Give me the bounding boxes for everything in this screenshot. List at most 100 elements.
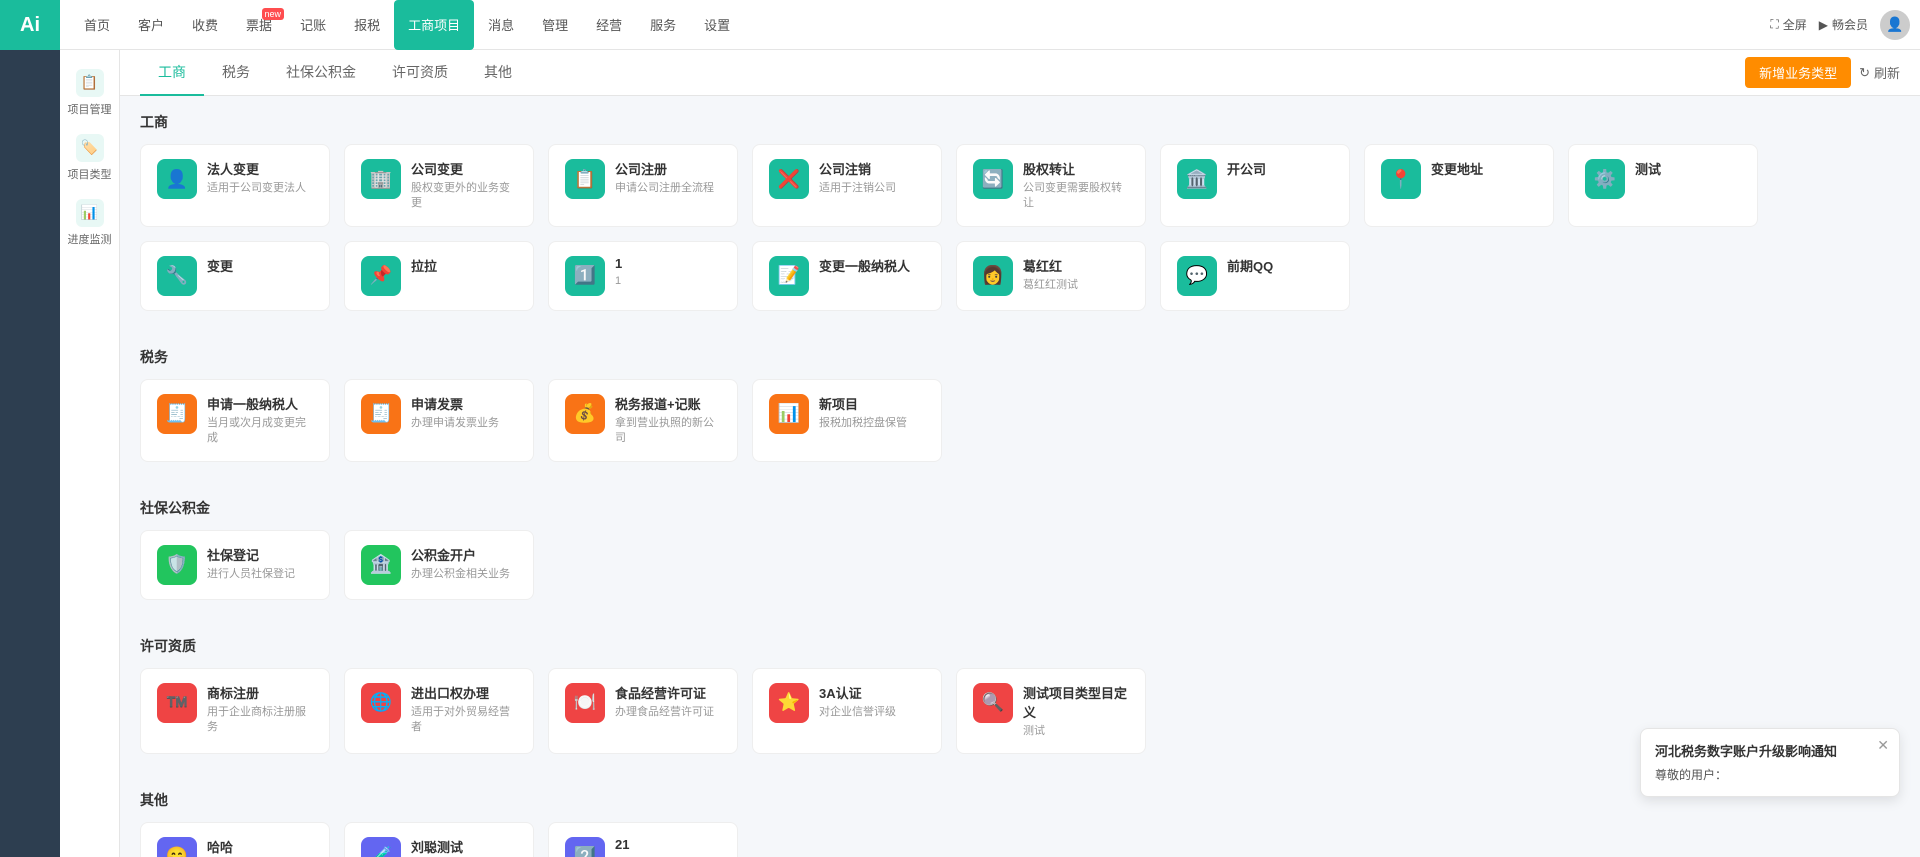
card-icon-21: 2️⃣ bbox=[565, 837, 605, 857]
card-icon-xinxm: 📊 bbox=[769, 394, 809, 434]
card-kai-gongsi[interactable]: 🏛️ 开公司 bbox=[1160, 144, 1350, 227]
play-icon: ▶ bbox=[1819, 18, 1828, 32]
app-sidebar: Ai bbox=[0, 0, 60, 857]
project-type-icon: 🏷️ bbox=[76, 134, 104, 162]
card-xin-xiangmu[interactable]: 📊 新项目 报税加税控盘保管 bbox=[752, 379, 942, 462]
main-area: 首页 客户 收费 票据 new 记账 报税 工商项目 消息 管理 经营 服务 设… bbox=[60, 0, 1920, 857]
nav-message[interactable]: 消息 bbox=[474, 0, 528, 50]
card-ceshi[interactable]: ⚙️ 测试 bbox=[1568, 144, 1758, 227]
user-avatar[interactable]: 👤 bbox=[1880, 10, 1910, 40]
card-one[interactable]: 1️⃣ 1 1 bbox=[548, 241, 738, 311]
tab-qita[interactable]: 其他 bbox=[466, 50, 530, 96]
refresh-button[interactable]: ↻ 刷新 bbox=[1859, 63, 1900, 82]
card-icon-kai: 🏛️ bbox=[1177, 159, 1217, 199]
cards-grid-shuiwu: 🧾 申请一般纳税人 当月或次月成变更完成 🧾 申请发票 办理申请发票业务 bbox=[140, 379, 1900, 462]
section-title-gongshang: 工商 bbox=[140, 112, 1900, 132]
card-icon-shipin: 🍽️ bbox=[565, 683, 605, 723]
card-icon-haha: 😄 bbox=[157, 837, 197, 857]
tab-shebao[interactable]: 社保公积金 bbox=[268, 50, 374, 96]
left-panel-project-type[interactable]: 🏷️ 项目类型 bbox=[60, 125, 120, 190]
nav-home[interactable]: 首页 bbox=[70, 0, 124, 50]
card-gehonghong[interactable]: 👩 葛红红 葛红红测试 bbox=[956, 241, 1146, 311]
card-qianqi-qq[interactable]: 💬 前期QQ bbox=[1160, 241, 1350, 311]
card-fapiao[interactable]: 🧾 申请发票 办理申请发票业务 bbox=[344, 379, 534, 462]
nav-customer[interactable]: 客户 bbox=[124, 0, 178, 50]
tab-shuiwu[interactable]: 税务 bbox=[204, 50, 268, 96]
tab-xuke[interactable]: 许可资质 bbox=[374, 50, 466, 96]
fullscreen-btn[interactable]: ⛶ 全屏 bbox=[1770, 16, 1806, 33]
notification-popup: ✕ 河北税务数字账户升级影响通知 尊敬的用户： bbox=[1640, 728, 1900, 797]
member-btn[interactable]: ▶ 畅会员 bbox=[1819, 16, 1868, 33]
card-icon-gongsi-bg: 🏢 bbox=[361, 159, 401, 199]
card-gongsi-biangeng[interactable]: 🏢 公司变更 股权变更外的业务变更 bbox=[344, 144, 534, 227]
card-icon-bg2: 🔧 bbox=[157, 256, 197, 296]
nav-settings[interactable]: 设置 bbox=[690, 0, 744, 50]
card-icon-ceshi-xuke: 🔍 bbox=[973, 683, 1013, 723]
section-title-qita: 其他 bbox=[140, 790, 1900, 810]
top-navigation: 首页 客户 收费 票据 new 记账 报税 工商项目 消息 管理 经营 服务 设… bbox=[60, 0, 1920, 50]
card-biangeng2[interactable]: 🔧 变更 bbox=[140, 241, 330, 311]
card-shangbiao[interactable]: ™️ 商标注册 用于企业商标注册服务 bbox=[140, 668, 330, 754]
card-guquan-zhuanrang[interactable]: 🔄 股权转让 公司变更需要股权转让 bbox=[956, 144, 1146, 227]
card-icon-yibannashui: 🧾 bbox=[157, 394, 197, 434]
card-biangeng-dizhi[interactable]: 📍 变更地址 bbox=[1364, 144, 1554, 227]
app-logo: Ai bbox=[0, 0, 60, 50]
card-icon-fapiao: 🧾 bbox=[361, 394, 401, 434]
section-title-xuke: 许可资质 bbox=[140, 636, 1900, 656]
nav-bookkeeping[interactable]: 记账 bbox=[286, 0, 340, 50]
nav-ticket[interactable]: 票据 new bbox=[232, 0, 286, 50]
card-gjj-kaiku[interactable]: 🏦 公积金开户 办理公积金相关业务 bbox=[344, 530, 534, 600]
section-title-shuiwu: 税务 bbox=[140, 347, 1900, 367]
card-jinchukouquan[interactable]: 🌐 进出口权办理 适用于对外贸易经营者 bbox=[344, 668, 534, 754]
card-icon-guquan: 🔄 bbox=[973, 159, 1013, 199]
card-3a-renzheng[interactable]: ⭐ 3A认证 对企业信誉评级 bbox=[752, 668, 942, 754]
card-shipin-xuke[interactable]: 🍽️ 食品经营许可证 办理食品经营许可证 bbox=[548, 668, 738, 754]
card-icon-shebao: 🛡️ bbox=[157, 545, 197, 585]
card-faren-biangeng[interactable]: 👤 法人变更 适用于公司变更法人 bbox=[140, 144, 330, 227]
card-icon-qq: 💬 bbox=[1177, 256, 1217, 296]
left-panel-project-mgmt[interactable]: 📋 项目管理 bbox=[60, 60, 120, 125]
nav-fee[interactable]: 收费 bbox=[178, 0, 232, 50]
card-icon-nashui: 📝 bbox=[769, 256, 809, 296]
card-liucong-test[interactable]: 🧪 刘聪测试 测试 bbox=[344, 822, 534, 857]
tab-bar-actions: 新增业务类型 ↻ 刷新 bbox=[1745, 57, 1900, 88]
cards-grid-qita: 😄 哈哈 🧪 刘聪测试 测试 2️⃣ bbox=[140, 822, 1900, 857]
card-icon-dizhi: 📍 bbox=[1381, 159, 1421, 199]
card-icon-ceshi: ⚙️ bbox=[1585, 159, 1625, 199]
card-baodao-jizh[interactable]: 💰 税务报道+记账 拿到营业执照的新公司 bbox=[548, 379, 738, 462]
cards-grid-xuke: ™️ 商标注册 用于企业商标注册服务 🌐 进出口权办理 适用于对外贸易经营者 bbox=[140, 668, 1900, 754]
new-type-button[interactable]: 新增业务类型 bbox=[1745, 57, 1851, 88]
nav-admin[interactable]: 管理 bbox=[528, 0, 582, 50]
card-gongsi-zhuce[interactable]: 📋 公司注册 申请公司注册全流程 bbox=[548, 144, 738, 227]
cards-grid-shebao: 🛡️ 社保登记 进行人员社保登记 🏦 公积金开户 办理公积金相关业务 bbox=[140, 530, 1900, 600]
topnav-right: ⛶ 全屏 ▶ 畅会员 👤 bbox=[1770, 10, 1910, 40]
notification-body: 尊敬的用户： bbox=[1655, 766, 1885, 784]
nav-operation[interactable]: 经营 bbox=[582, 0, 636, 50]
nav-tax[interactable]: 报税 bbox=[340, 0, 394, 50]
left-panel-progress[interactable]: 📊 进度监测 bbox=[60, 190, 120, 255]
nav-service[interactable]: 服务 bbox=[636, 0, 690, 50]
card-haha[interactable]: 😄 哈哈 bbox=[140, 822, 330, 857]
tab-bar: 工商 税务 社保公积金 许可资质 其他 新增业务类型 ↻ 刷新 bbox=[120, 50, 1920, 96]
card-ceshi-xuke[interactable]: 🔍 测试项目类型目定义 测试 bbox=[956, 668, 1146, 754]
section-title-shebao: 社保公积金 bbox=[140, 498, 1900, 518]
card-icon-3a: ⭐ bbox=[769, 683, 809, 723]
left-panel: 📋 项目管理 🏷️ 项目类型 📊 进度监测 bbox=[60, 50, 120, 857]
notification-title: 河北税务数字账户升级影响通知 bbox=[1655, 741, 1885, 760]
card-icon-gjj: 🏦 bbox=[361, 545, 401, 585]
tab-gongshang[interactable]: 工商 bbox=[140, 50, 204, 96]
progress-icon: 📊 bbox=[76, 199, 104, 227]
card-yibannashui[interactable]: 🧾 申请一般纳税人 当月或次月成变更完成 bbox=[140, 379, 330, 462]
nav-bizproject[interactable]: 工商项目 bbox=[394, 0, 474, 50]
card-21[interactable]: 2️⃣ 21 1 bbox=[548, 822, 738, 857]
card-gongsi-zhuxiao[interactable]: ❌ 公司注销 适用于注销公司 bbox=[752, 144, 942, 227]
card-icon-jck: 🌐 bbox=[361, 683, 401, 723]
card-icon-liucong: 🧪 bbox=[361, 837, 401, 857]
card-shebao-dengji[interactable]: 🛡️ 社保登记 进行人员社保登记 bbox=[140, 530, 330, 600]
card-biangeng-nashui[interactable]: 📝 变更一般纳税人 bbox=[752, 241, 942, 311]
card-lala[interactable]: 📌 拉拉 bbox=[344, 241, 534, 311]
section-shebao: 社保公积金 🛡️ 社保登记 进行人员社保登记 🏦 公积金开户 办理公积金相 bbox=[120, 482, 1920, 600]
card-icon-lala: 📌 bbox=[361, 256, 401, 296]
notification-close-button[interactable]: ✕ bbox=[1877, 737, 1889, 754]
cards-grid-gongshang: 👤 法人变更 适用于公司变更法人 🏢 公司变更 股权变更外的业务变更 bbox=[140, 144, 1900, 311]
